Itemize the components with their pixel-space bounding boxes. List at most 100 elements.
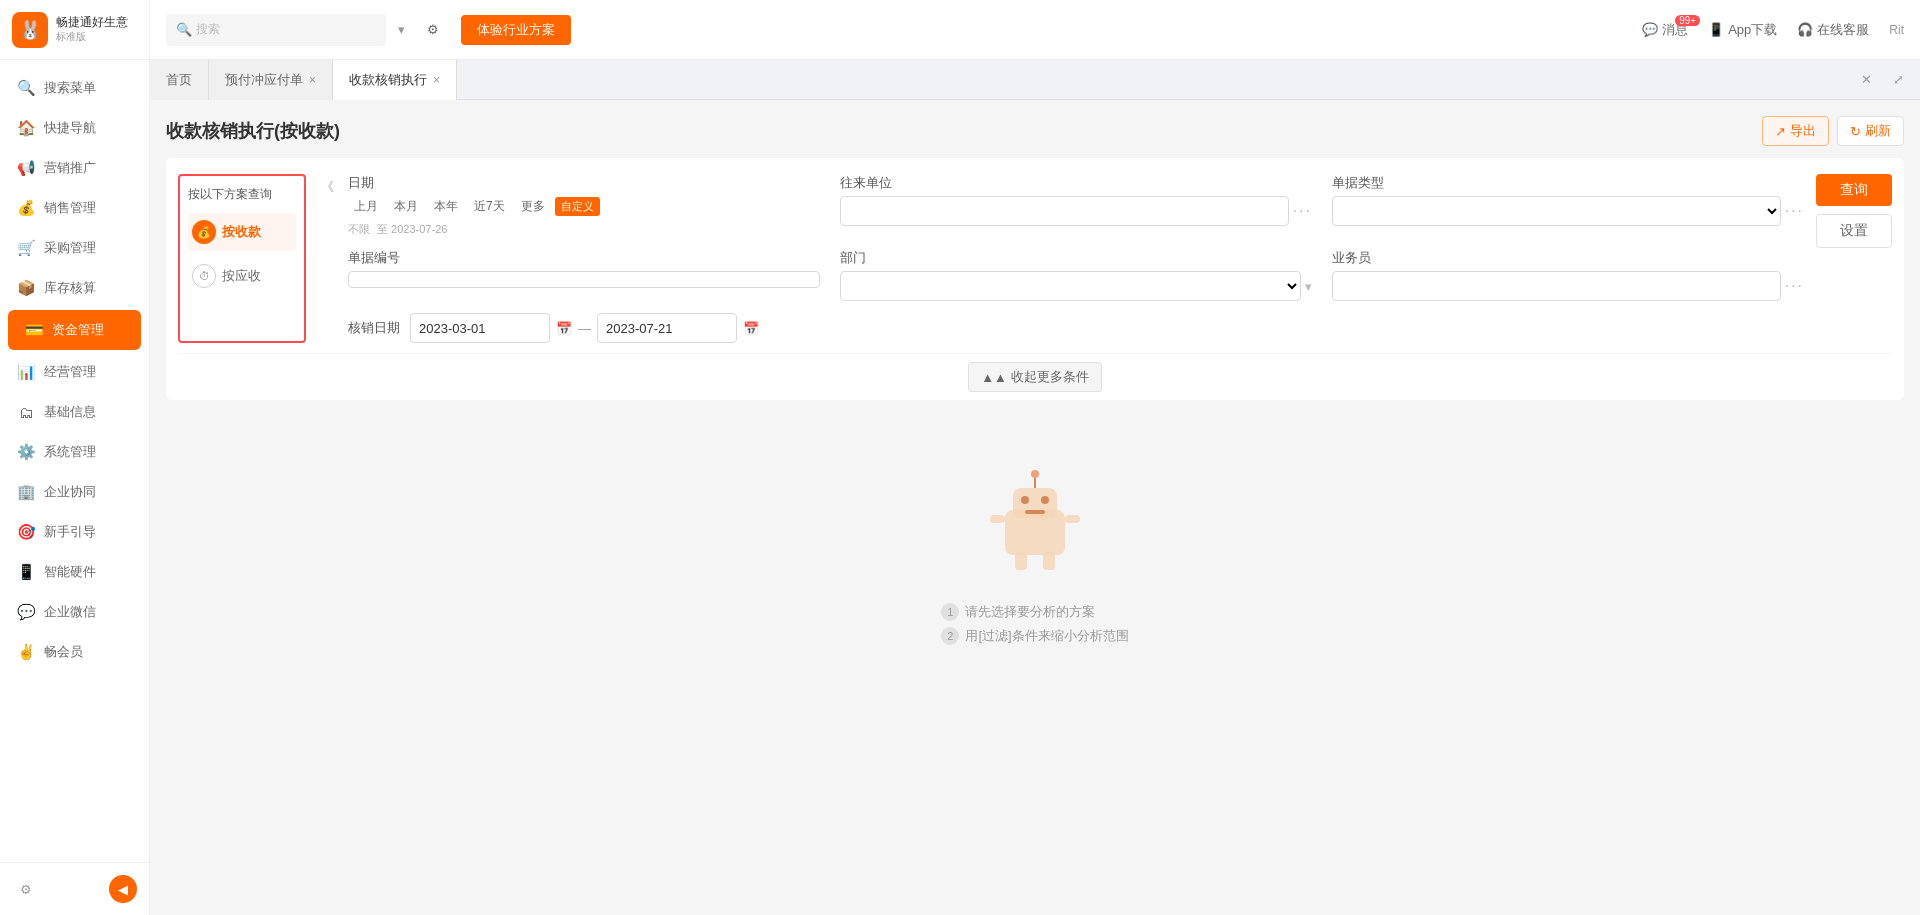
hardware-icon: 📱: [16, 562, 36, 582]
filter-collapse-icon[interactable]: 《: [318, 174, 336, 343]
sidebar-item-enterprise[interactable]: 🏢 企业协同: [0, 472, 149, 512]
dept-chevron-icon[interactable]: ▾: [1305, 279, 1312, 294]
sidebar-item-quick-nav[interactable]: 🏠 快捷导航: [0, 108, 149, 148]
doc-no-input[interactable]: [348, 271, 820, 288]
finance-icon: 💳: [24, 320, 44, 340]
sidebar-item-basic[interactable]: 🗂 基础信息: [0, 392, 149, 432]
tab-home[interactable]: 首页: [150, 60, 209, 100]
marketing-icon: 📢: [16, 158, 36, 178]
doc-type-select[interactable]: [1332, 196, 1781, 226]
settings-button[interactable]: 设置: [1816, 214, 1892, 248]
service-icon: 🎧: [1797, 22, 1813, 37]
filter-scheme-title: 按以下方案查询: [188, 186, 296, 203]
tab-receipt-writeoff[interactable]: 收款核销执行 ×: [333, 60, 457, 100]
empty-state-illustration: [975, 460, 1095, 583]
topbar-caret-icon[interactable]: ▾: [398, 22, 405, 37]
dept-select[interactable]: [840, 271, 1301, 301]
tab-receipt-writeoff-close-icon[interactable]: ×: [433, 73, 440, 87]
export-button[interactable]: ↗ 导出: [1762, 116, 1829, 146]
empty-tip-1: 1 请先选择要分析的方案: [941, 603, 1128, 621]
refresh-button[interactable]: ↻ 刷新: [1837, 116, 1904, 146]
tabbar-window-actions: ✕ ⤢: [1852, 66, 1920, 94]
date-chip-more[interactable]: 更多: [515, 196, 551, 217]
filter-option-by-receipt[interactable]: 💰 按收款: [188, 213, 296, 251]
app-icon: 📱: [1708, 22, 1724, 37]
tab-prepay[interactable]: 预付冲应付单 ×: [209, 60, 333, 100]
date-chip-7days[interactable]: 近7天: [468, 196, 511, 217]
window-close-icon[interactable]: ✕: [1852, 66, 1880, 94]
collapse-more-button[interactable]: ▲▲ 收起更多条件: [968, 362, 1102, 392]
by-receipt-icon: 💰: [192, 220, 216, 244]
sidebar-item-marketing[interactable]: 📢 营销推广: [0, 148, 149, 188]
writeoff-date-end-calendar-icon[interactable]: 📅: [743, 321, 759, 336]
partner-input[interactable]: [840, 196, 1289, 226]
writeoff-date-end-input[interactable]: [597, 313, 737, 343]
message-icon: 💬: [1642, 22, 1658, 37]
date-chip-this-year[interactable]: 本年: [428, 196, 464, 217]
sidebar-label-guide: 新手引导: [44, 523, 96, 541]
service-label: 在线客服: [1817, 21, 1869, 39]
doc-type-more-icon[interactable]: ···: [1785, 202, 1804, 220]
sidebar-item-purchase[interactable]: 🛒 采购管理: [0, 228, 149, 268]
dept-field-group: 部门 ▾: [840, 249, 1312, 301]
tab-prepay-close-icon[interactable]: ×: [309, 73, 316, 87]
sidebar-label-marketing: 营销推广: [44, 159, 96, 177]
main-area: 🔍 搜索 ▾ ⚙ 体验行业方案 💬 消息 99+ 📱 App下载 🎧 在线客服 …: [150, 0, 1920, 915]
dept-field-row: ▾: [840, 271, 1312, 301]
user-info[interactable]: Rit: [1889, 23, 1904, 37]
online-service-button[interactable]: 🎧 在线客服: [1797, 21, 1869, 39]
message-button[interactable]: 💬 消息 99+: [1642, 21, 1688, 39]
by-receipt-label: 按收款: [222, 223, 261, 241]
logo-text: 畅捷通好生意 标准版: [56, 15, 128, 45]
date-label: 日期: [348, 174, 820, 192]
doc-no-field-group: 单据编号: [348, 249, 820, 288]
search-menu-icon: 🔍: [16, 78, 36, 98]
app-download-button[interactable]: 📱 App下载: [1708, 21, 1777, 39]
date-chip-last-month[interactable]: 上月: [348, 196, 384, 217]
window-expand-icon[interactable]: ⤢: [1884, 66, 1912, 94]
username-label: Rit: [1889, 23, 1904, 37]
sidebar-item-operation[interactable]: 📊 经营管理: [0, 352, 149, 392]
robot-icon: [975, 460, 1095, 580]
sidebar-item-member[interactable]: ✌️ 畅会员: [0, 632, 149, 672]
sidebar-item-guide[interactable]: 🎯 新手引导: [0, 512, 149, 552]
topbar-search-box[interactable]: 🔍 搜索: [166, 14, 386, 46]
sidebar-item-search-menu[interactable]: 🔍 搜索菜单: [0, 68, 149, 108]
staff-input[interactable]: [1332, 271, 1781, 301]
partner-more-icon[interactable]: ···: [1293, 202, 1312, 220]
writeoff-date-label: 核销日期: [348, 319, 400, 337]
member-icon: ✌️: [16, 642, 36, 662]
staff-label: 业务员: [1332, 249, 1804, 267]
sidebar-settings-icon[interactable]: ⚙: [12, 875, 40, 903]
date-chip-this-month[interactable]: 本月: [388, 196, 424, 217]
sidebar-item-sales[interactable]: 💰 销售管理: [0, 188, 149, 228]
empty-tips-list: 1 请先选择要分析的方案 2 用[过滤]条件来缩小分析范围: [941, 603, 1128, 651]
page-title: 收款核销执行(按收款): [166, 119, 340, 143]
filter-option-by-receivable[interactable]: ⏱ 按应收: [188, 257, 296, 295]
solution-button[interactable]: 体验行业方案: [461, 15, 571, 45]
sidebar-collapse-button[interactable]: ◀: [109, 875, 137, 903]
page-action-buttons: ↗ 导出 ↻ 刷新: [1762, 116, 1904, 146]
sidebar-label-sales: 销售管理: [44, 199, 96, 217]
sidebar-item-hardware[interactable]: 📱 智能硬件: [0, 552, 149, 592]
filter-form: 日期 上月 本月 本年 近7天 更多 自定义 不限 至: [348, 174, 1804, 343]
writeoff-date-start-input[interactable]: [410, 313, 550, 343]
doc-type-field-group: 单据类型 ···: [1332, 174, 1804, 226]
topbar: 🔍 搜索 ▾ ⚙ 体验行业方案 💬 消息 99+ 📱 App下载 🎧 在线客服 …: [150, 0, 1920, 60]
partner-field-row: ···: [840, 196, 1312, 226]
logo-icon: 🐰: [12, 12, 48, 48]
tabbar: 首页 预付冲应付单 × 收款核销执行 × ✕ ⤢: [150, 60, 1920, 100]
topbar-gear-icon[interactable]: ⚙: [417, 14, 449, 46]
sidebar-item-system[interactable]: ⚙️ 系统管理: [0, 432, 149, 472]
sidebar-item-finance[interactable]: 💳 资金管理: [8, 310, 141, 350]
filter-row-3: 核销日期 📅 — 📅: [348, 313, 1804, 343]
sidebar-item-inventory[interactable]: 📦 库存核算: [0, 268, 149, 308]
sidebar-label-finance: 资金管理: [52, 321, 104, 339]
query-button[interactable]: 查询: [1816, 174, 1892, 206]
inventory-icon: 📦: [16, 278, 36, 298]
staff-more-icon[interactable]: ···: [1785, 277, 1804, 295]
writeoff-date-start-calendar-icon[interactable]: 📅: [556, 321, 572, 336]
sidebar-item-wechat[interactable]: 💬 企业微信: [0, 592, 149, 632]
purchase-icon: 🛒: [16, 238, 36, 258]
date-chip-custom[interactable]: 自定义: [555, 197, 600, 216]
